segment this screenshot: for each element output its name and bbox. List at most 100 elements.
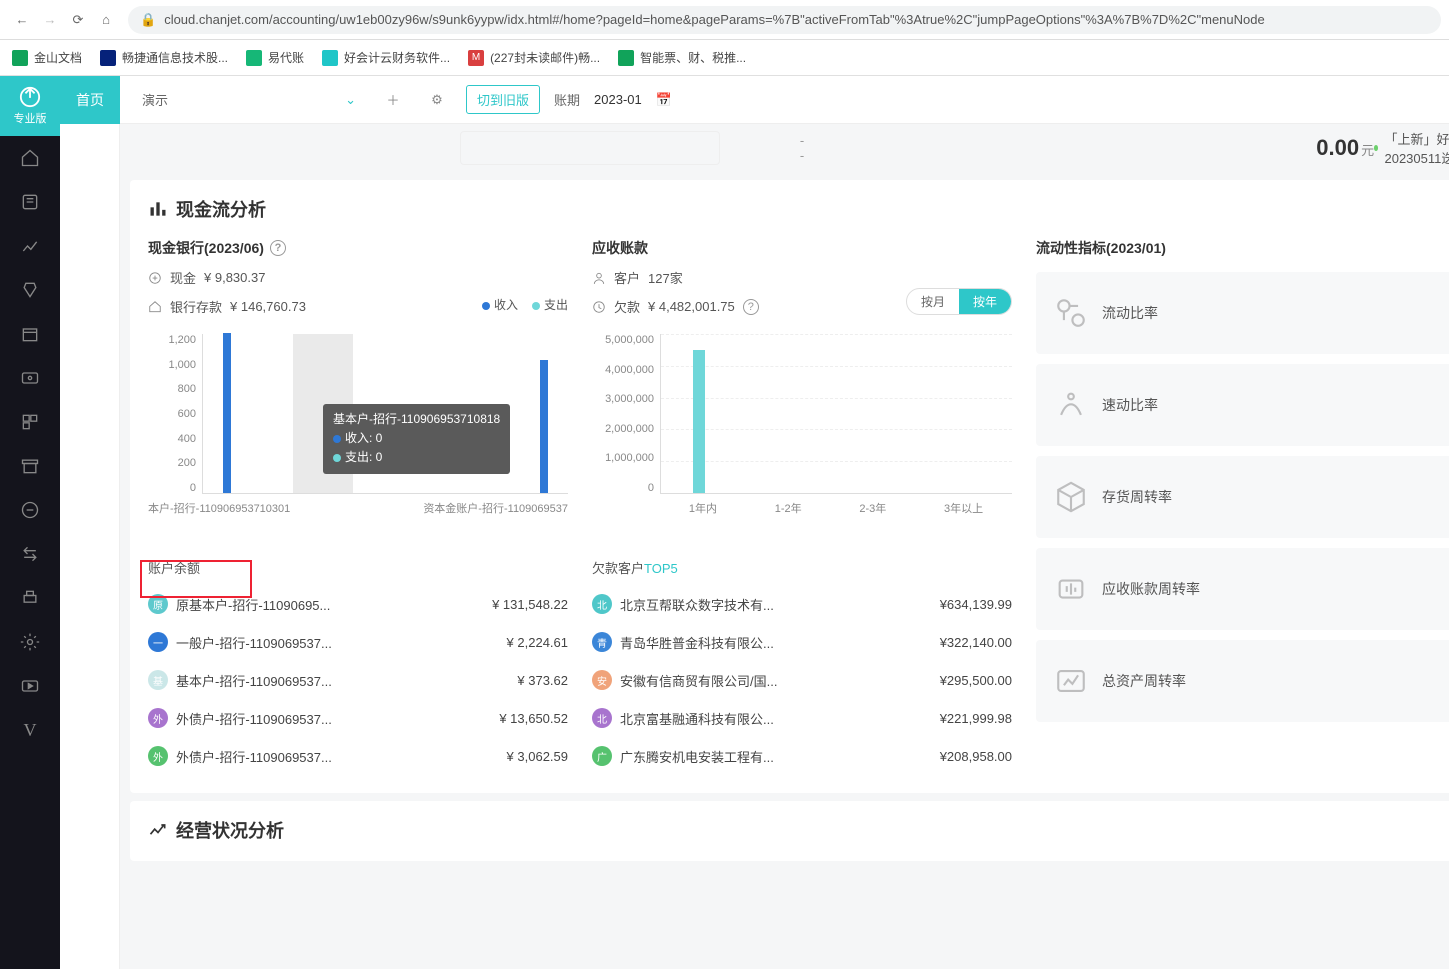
liquidity-panel: 流动性指标(2023/01) 流动比率 速动比率 存货周转率 应收账款周转率 总… <box>1036 238 1449 775</box>
toggle-month[interactable]: 按月 <box>907 289 959 314</box>
nav-video-icon[interactable] <box>0 664 60 708</box>
list-item[interactable]: 安安徽有信商贸有限公司/国...¥295,500.00 <box>592 661 1012 699</box>
bookmark-item[interactable]: 好会计云财务软件... <box>322 49 450 66</box>
bookmark-item[interactable]: 智能票、财、税推... <box>618 49 746 66</box>
company-selector[interactable]: 演示 ⌄ <box>134 85 364 115</box>
browser-toolbar: ← → ⟳ ⌂ 🔒 cloud.chanjet.com/accounting/u… <box>0 0 1449 40</box>
bar-income[interactable] <box>540 360 548 493</box>
page-tabs: 首页 <box>60 76 120 969</box>
nav-tax-icon[interactable] <box>0 488 60 532</box>
metric-current-ratio[interactable]: 流动比率 <box>1036 272 1449 354</box>
list-item[interactable]: 青青岛华胜普金科技有限公...¥322,140.00 <box>592 623 1012 661</box>
list-item[interactable]: 外外债户-招行-1109069537...¥ 3,062.59 <box>148 737 568 775</box>
strip-amount: 0.00 <box>1316 135 1359 161</box>
nav-funds-icon[interactable] <box>0 268 60 312</box>
forward-button[interactable]: → <box>36 6 64 34</box>
badge-icon: 基 <box>148 670 168 690</box>
list-item[interactable]: 原原基本户-招行-11090695...¥ 131,548.22 <box>148 585 568 623</box>
nav-transfer-icon[interactable] <box>0 532 60 576</box>
y-axis: 5,000,0004,000,0003,000,0002,000,0001,00… <box>592 334 654 494</box>
list-item[interactable]: 一一般户-招行-1109069537...¥ 2,224.61 <box>148 623 568 661</box>
ar-header: 应收账款 <box>592 238 759 258</box>
badge-icon: 北 <box>592 594 612 614</box>
liquidity-header: 流动性指标(2023/01) <box>1036 238 1449 258</box>
customer-row: 客户127家 <box>592 268 759 287</box>
old-version-button[interactable]: 切到旧版 <box>466 85 540 114</box>
metric-inventory-turnover[interactable]: 存货周转率 <box>1036 456 1449 538</box>
trend-icon <box>148 820 168 840</box>
help-icon[interactable]: ? <box>743 299 759 315</box>
bookmark-item[interactable]: 易代账 <box>246 49 304 66</box>
x-axis: 本户-招行-110906953710301 资本金账户-招行-110906953… <box>148 500 568 516</box>
cashflow-card: 现金流分析 现金银行(2023/06)? 现金¥ 9,830.37 银行存款¥ … <box>130 180 1449 793</box>
metric-quick-ratio[interactable]: 速动比率 <box>1036 364 1449 446</box>
top5-subheader: 欠款客户TOP5 <box>592 558 1012 577</box>
home-button[interactable]: ⌂ <box>92 6 120 34</box>
badge-icon: 一 <box>148 632 168 652</box>
nav-voucher-icon[interactable] <box>0 180 60 224</box>
metric-ar-turnover[interactable]: 应收账款周转率 <box>1036 548 1449 630</box>
badge-icon: 外 <box>148 746 168 766</box>
list-item[interactable]: 北北京富基融通科技有限公...¥221,999.98 <box>592 699 1012 737</box>
operations-card: 经营状况分析 <box>130 801 1449 861</box>
chart-tooltip: 基本户-招行-110906953710818 收入: 0 支出: 0 <box>323 404 510 474</box>
balance-subheader: 账户余额 <box>148 558 568 577</box>
period-toggle[interactable]: 按月 按年 <box>906 288 1012 315</box>
address-bar[interactable]: 🔒 cloud.chanjet.com/accounting/uw1eb00zy… <box>128 6 1441 34</box>
nav-settings-icon[interactable] <box>0 620 60 664</box>
list-item[interactable]: 广广东腾安机电安装工程有...¥208,958.00 <box>592 737 1012 775</box>
calendar-icon[interactable]: 📅 <box>656 92 672 108</box>
bookmark-item[interactable]: M(227封未读邮件)畅... <box>468 49 600 66</box>
bookmark-item[interactable]: 金山文档 <box>12 49 82 66</box>
back-button[interactable]: ← <box>8 6 36 34</box>
tab-home[interactable]: 首页 <box>60 76 120 124</box>
nav-assets-icon[interactable] <box>0 312 60 356</box>
bank-chart: 1,2001,0008006004002000 基本户-招行-110906953… <box>148 334 568 534</box>
badge-icon: 广 <box>592 746 612 766</box>
y-axis: 1,2001,0008006004002000 <box>148 334 196 494</box>
section-title-operations: 经营状况分析 <box>130 801 1449 849</box>
top5-client-list: 北北京互帮联众数字技术有...¥634,139.99 青青岛华胜普金科技有限公.… <box>592 585 1012 775</box>
chart-legend: 收入 支出 <box>482 296 568 313</box>
bar-income[interactable] <box>223 333 231 493</box>
help-icon[interactable]: ? <box>270 240 286 256</box>
toggle-year[interactable]: 按年 <box>959 289 1011 314</box>
badge-icon: 安 <box>592 670 612 690</box>
bookmarks-bar: 金山文档 畅捷通信息技术股... 易代账 好会计云财务软件... M(227封未… <box>0 40 1449 76</box>
metric-asset-turnover[interactable]: 总资产周转率 <box>1036 640 1449 722</box>
brand-logo[interactable]: 专业版 <box>0 76 60 136</box>
badge-icon: 外 <box>148 708 168 728</box>
top-toolbar: 演示 ⌄ ＋ ⚙ 切到旧版 账期 2023-01 📅 <box>120 76 1449 124</box>
bookmark-item[interactable]: 畅捷通信息技术股... <box>100 49 228 66</box>
ar-panel: 应收账款 客户127家 欠款¥ 4,482,001.75? 按月 按年 <box>592 238 1012 775</box>
nav-home-icon[interactable] <box>0 136 60 180</box>
news-ticker[interactable]: 「上新」好会计20230511迭代更新 <box>1374 129 1449 167</box>
dot-icon <box>1374 145 1378 151</box>
section-title-cashflow: 现金流分析 <box>130 180 1449 228</box>
reload-button[interactable]: ⟳ <box>64 6 92 34</box>
owe-row: 欠款¥ 4,482,001.75? <box>592 297 759 316</box>
lock-icon: 🔒 <box>140 12 156 28</box>
list-item[interactable]: 外外债户-招行-1109069537...¥ 13,650.52 <box>148 699 568 737</box>
nav-v-icon[interactable]: V <box>0 708 60 752</box>
account-balance-list: 原原基本户-招行-11090695...¥ 131,548.22 一一般户-招行… <box>148 585 568 775</box>
main-area: 演示 ⌄ ＋ ⚙ 切到旧版 账期 2023-01 📅 -- 0.00元 「上新」… <box>120 76 1449 969</box>
cash-row: 现金¥ 9,830.37 <box>148 268 568 287</box>
nav-print-icon[interactable] <box>0 576 60 620</box>
add-button[interactable]: ＋ <box>378 85 408 115</box>
list-item[interactable]: 基基本户-招行-1109069537...¥ 373.62 <box>148 661 568 699</box>
cash-bank-header: 现金银行(2023/06)? <box>148 238 568 258</box>
nav-inventory-icon[interactable] <box>0 400 60 444</box>
bar-ar[interactable] <box>693 350 705 493</box>
search-placeholder-box[interactable] <box>460 131 720 165</box>
period-label: 账期 <box>554 90 580 109</box>
list-item[interactable]: 北北京互帮联众数字技术有...¥634,139.99 <box>592 585 1012 623</box>
nav-salary-icon[interactable] <box>0 356 60 400</box>
nav-report-icon[interactable] <box>0 224 60 268</box>
left-nav-rail: 专业版 V <box>0 76 60 969</box>
badge-icon: 北 <box>592 708 612 728</box>
gear-icon[interactable]: ⚙ <box>422 85 452 115</box>
nav-archive-icon[interactable] <box>0 444 60 488</box>
period-value: 2023-01 <box>594 92 642 107</box>
x-axis: 1年内1-2年2-3年3年以上 <box>660 500 1012 516</box>
